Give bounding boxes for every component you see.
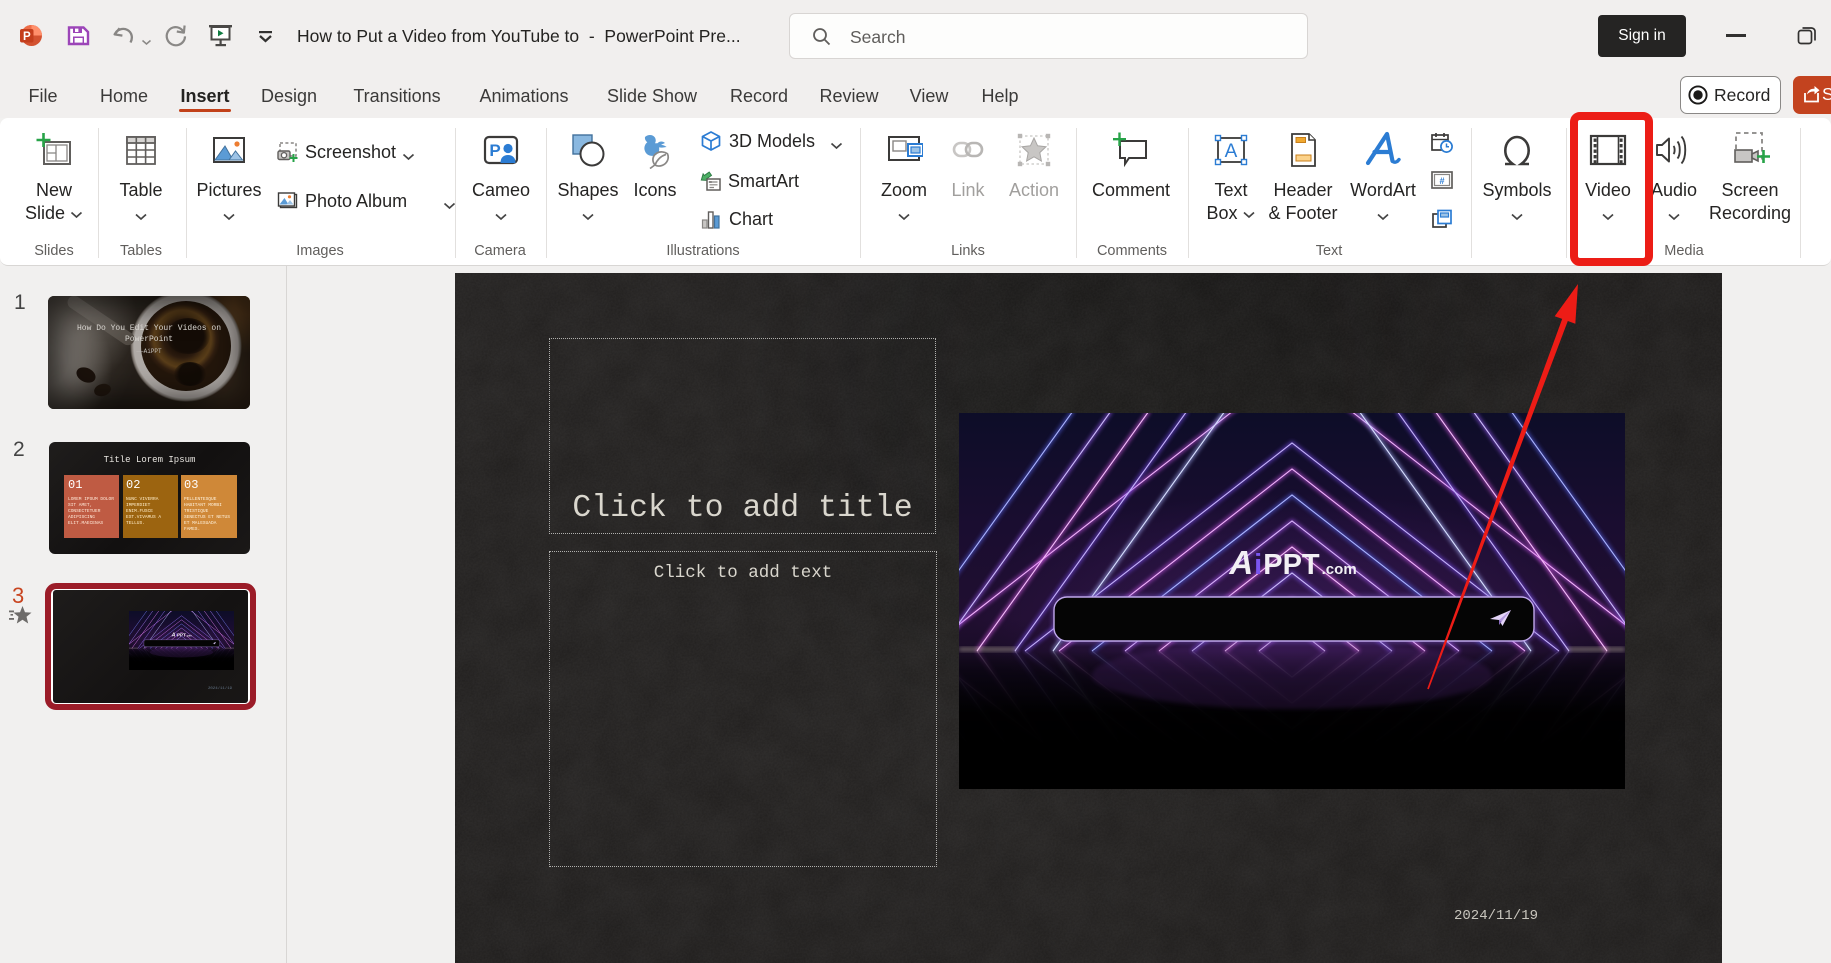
svg-text:P: P [489, 141, 500, 160]
svg-text:P: P [23, 31, 31, 43]
svg-text:#: # [1439, 176, 1444, 186]
svg-text:A: A [1225, 141, 1238, 162]
